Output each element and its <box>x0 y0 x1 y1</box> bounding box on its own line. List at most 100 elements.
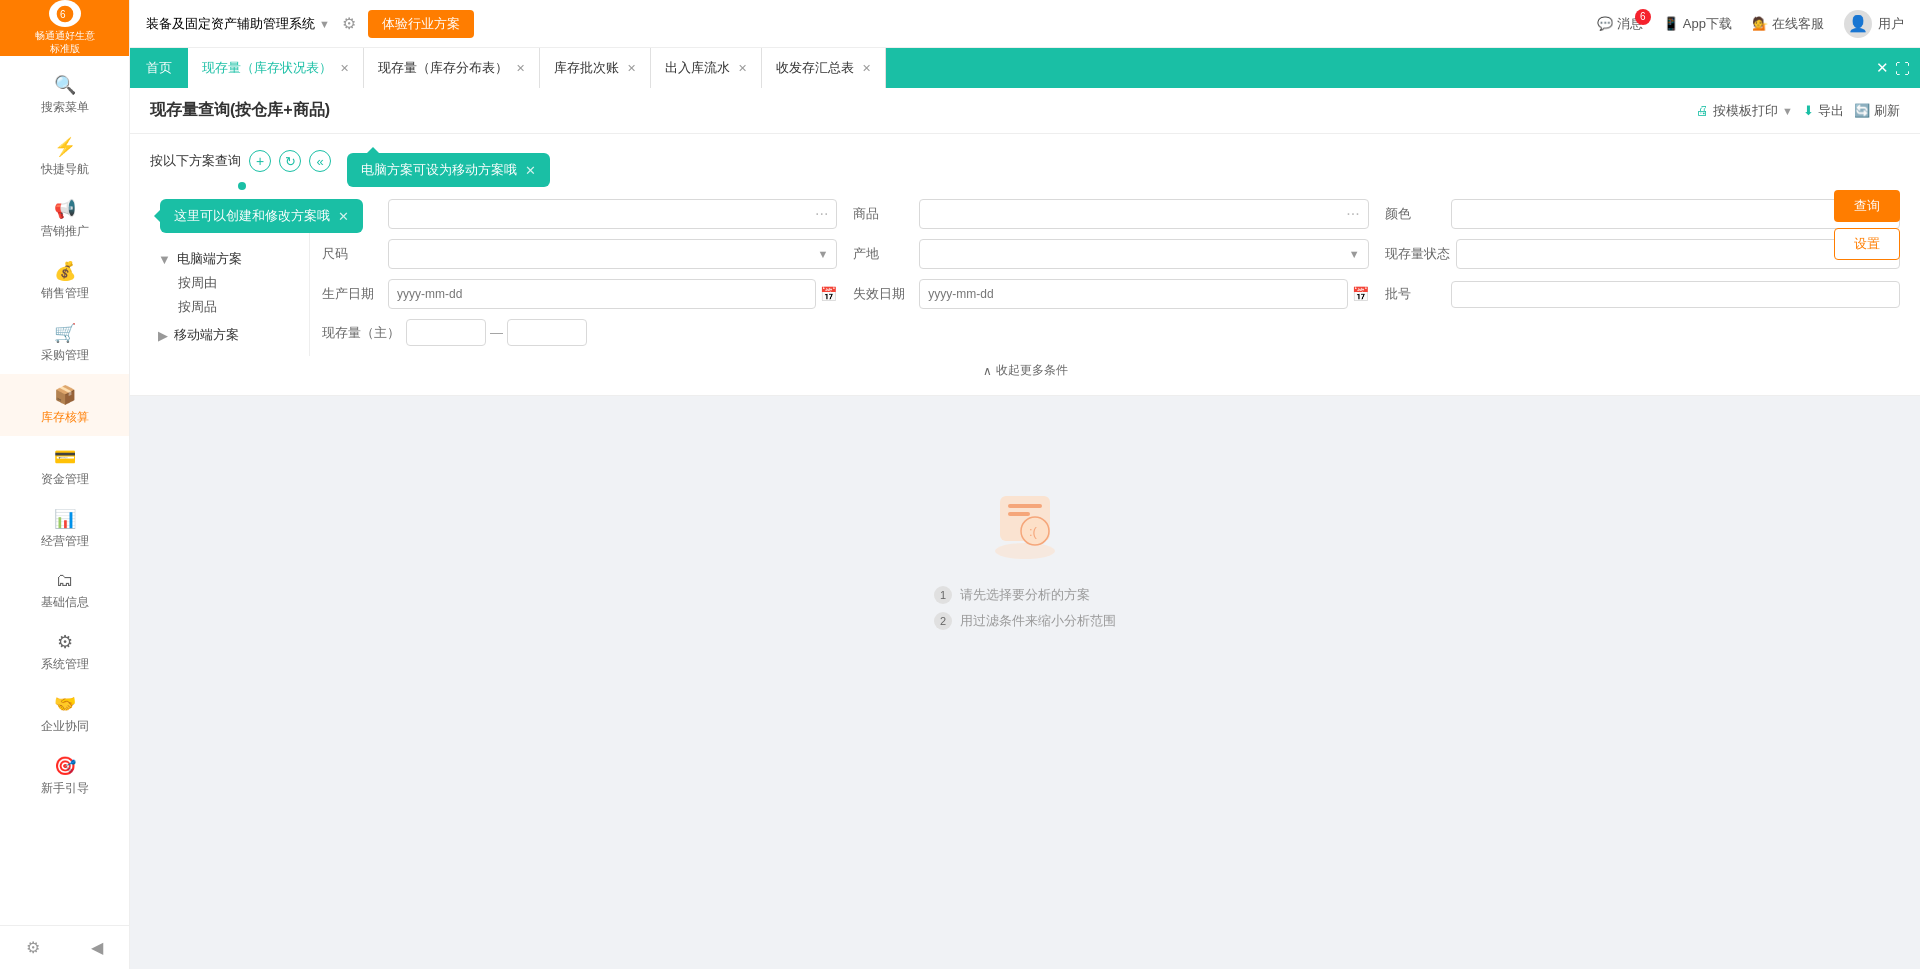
sidebar-footer: ⚙ ◀ <box>0 925 129 969</box>
marketing-icon: 📢 <box>54 198 76 220</box>
tab-inventory-dist[interactable]: 现存量（库存分布表） ✕ <box>364 48 540 88</box>
content-area: 现存量查询(按仓库+商品) 🖨 按模板打印 ▼ ⬇ 导出 🔄 刷新 <box>130 88 1920 969</box>
sidebar-item-search-menu[interactable]: 🔍 搜索菜单 <box>0 64 129 126</box>
print-btn[interactable]: 🖨 按模板打印 ▼ <box>1696 102 1793 120</box>
collapse-row[interactable]: ∧ 收起更多条件 <box>150 356 1900 379</box>
stock-main-min[interactable] <box>406 319 486 346</box>
enterprise-icon: 🤝 <box>54 693 76 715</box>
refresh-icon: 🔄 <box>1854 103 1870 118</box>
sidebar-item-label: 库存核算 <box>41 409 89 426</box>
expiry-date-input[interactable] <box>919 279 1347 309</box>
color-select[interactable]: ▼ <box>1451 199 1900 229</box>
topbar-settings-btn[interactable]: ⚙ <box>342 14 356 33</box>
tab-label: 出入库流水 <box>665 59 730 77</box>
filter-area: 按以下方案查询 + ↻ « 电脑方案可设为移动方案哦 ✕ <box>130 134 1920 396</box>
system-name-dropdown[interactable]: 装备及固定资产辅助管理系统 ▼ <box>146 15 330 33</box>
origin-field: 产地 ▼ <box>853 239 1368 269</box>
filter-grid-row4: 现存量（主） — <box>322 319 1900 346</box>
tab-label: 现存量（库存分布表） <box>378 59 508 77</box>
sidebar-item-purchase[interactable]: 🛒 采购管理 <box>0 312 129 374</box>
tab-inventory-status[interactable]: 现存量（库存状况表） ✕ <box>188 48 364 88</box>
export-btn[interactable]: ⬇ 导出 <box>1803 102 1844 120</box>
tab-maximize-icon[interactable]: ⛶ <box>1895 60 1910 77</box>
empty-state-text: 1 请先选择要分析的方案 2 用过滤条件来缩小分析范围 <box>934 586 1116 630</box>
tab-receive-summary[interactable]: 收发存汇总表 ✕ <box>762 48 886 88</box>
refresh-btn[interactable]: 🔄 刷新 <box>1854 102 1900 120</box>
scheme-sidebar: 这里可以创建和修改方案哦 ✕ ▼ 电脑端方案 按周由 <box>150 199 310 356</box>
sidebar-item-enterprise[interactable]: 🤝 企业协同 <box>0 683 129 745</box>
brand-name: 畅通通好生意 <box>35 29 95 42</box>
sidebar-item-system[interactable]: ⚙ 系统管理 <box>0 621 129 683</box>
brand-version: 标准版 <box>50 42 80 56</box>
sidebar-item-marketing[interactable]: 📢 营销推广 <box>0 188 129 250</box>
warehouse-select[interactable]: ··· <box>388 199 837 229</box>
step-num-2: 2 <box>934 612 952 630</box>
sidebar-item-sales[interactable]: 💰 销售管理 <box>0 250 129 312</box>
color-field: 颜色 ▼ <box>1385 199 1900 229</box>
print-dropdown-icon: ▼ <box>1782 105 1793 117</box>
tab-close-all-icon[interactable]: ✕ <box>1876 59 1889 77</box>
stock-main-max[interactable] <box>507 319 587 346</box>
size-select[interactable]: ▼ <box>388 239 837 269</box>
industry-btn[interactable]: 体验行业方案 <box>368 10 474 38</box>
create-scheme-close[interactable]: ✕ <box>338 209 349 224</box>
system-name-label: 装备及固定资产辅助管理系统 <box>146 15 315 33</box>
expiry-date-calendar-icon[interactable]: 📅 <box>1352 286 1369 302</box>
scheme-popover: 电脑方案可设为移动方案哦 ✕ <box>347 153 550 187</box>
scheme-refresh-btn[interactable]: ↻ <box>279 150 301 172</box>
svg-rect-5 <box>1008 512 1030 516</box>
tab-label: 收发存汇总表 <box>776 59 854 77</box>
tab-home[interactable]: 首页 <box>130 48 188 88</box>
scheme-item-2[interactable]: 按周品 <box>158 295 297 319</box>
scheme-group-mobile-header[interactable]: ▶ 移动端方案 <box>158 323 297 347</box>
svg-point-2 <box>995 543 1055 559</box>
sidebar-item-quick-nav[interactable]: ⚡ 快捷导航 <box>0 126 129 188</box>
scheme-add-btn[interactable]: + <box>249 150 271 172</box>
app-download-btn[interactable]: 📱 App下载 <box>1663 15 1732 33</box>
scheme-popover-close[interactable]: ✕ <box>525 163 536 178</box>
message-icon: 💬 <box>1597 16 1613 31</box>
sidebar-item-guide[interactable]: 🎯 新手引导 <box>0 745 129 807</box>
filter-right: 仓库 ··· 商品 ··· <box>322 199 1900 356</box>
scheme-group-desktop-header[interactable]: ▼ 电脑端方案 <box>158 247 297 271</box>
operations-icon: 📊 <box>54 508 76 530</box>
tab-inout-flow[interactable]: 出入库流水 ✕ <box>651 48 762 88</box>
scheme-back-btn[interactable]: « <box>309 150 331 172</box>
expiry-date-field: 失效日期 📅 <box>853 279 1368 309</box>
tab-inventory-batch[interactable]: 库存批次账 ✕ <box>540 48 651 88</box>
online-support-btn[interactable]: 💁 在线客服 <box>1752 15 1824 33</box>
production-date-input[interactable] <box>388 279 816 309</box>
search-menu-icon: 🔍 <box>54 74 76 96</box>
product-select[interactable]: ··· <box>919 199 1368 229</box>
tab-close-icon[interactable]: ✕ <box>738 62 747 75</box>
reset-button[interactable]: 设置 <box>1834 228 1900 260</box>
sidebar-item-basic-info[interactable]: 🗂 基础信息 <box>0 560 129 621</box>
tab-close-icon[interactable]: ✕ <box>862 62 871 75</box>
tab-close-icon[interactable]: ✕ <box>516 62 525 75</box>
sidebar-item-inventory[interactable]: 📦 库存核算 <box>0 374 129 436</box>
quick-nav-icon: ⚡ <box>54 136 76 158</box>
expiry-date-label: 失效日期 <box>853 285 913 303</box>
production-date-calendar-icon[interactable]: 📅 <box>820 286 837 302</box>
sidebar-settings-btn[interactable]: ⚙ <box>26 938 40 957</box>
inventory-icon: 📦 <box>54 384 76 406</box>
user-label: 用户 <box>1878 15 1904 33</box>
step-1-label: 请先选择要分析的方案 <box>960 586 1090 604</box>
batch-input[interactable] <box>1451 281 1900 308</box>
search-button[interactable]: 查询 <box>1834 190 1900 222</box>
message-btn[interactable]: 💬 消息 6 <box>1597 15 1643 33</box>
export-label: 导出 <box>1818 102 1844 120</box>
sidebar-collapse-btn[interactable]: ◀ <box>91 938 103 957</box>
app-label: App下载 <box>1683 15 1732 33</box>
scheme-item-1[interactable]: 按周由 <box>158 271 297 295</box>
tab-close-icon[interactable]: ✕ <box>340 62 349 75</box>
filter-scheme-label: 按以下方案查询 <box>150 152 241 170</box>
sidebar-item-finance[interactable]: 💳 资金管理 <box>0 436 129 498</box>
collapse-label: 收起更多条件 <box>996 362 1068 379</box>
user-area[interactable]: 👤 用户 <box>1844 10 1904 38</box>
sidebar-item-operations[interactable]: 📊 经营管理 <box>0 498 129 560</box>
active-indicator <box>238 182 246 190</box>
origin-select[interactable]: ▼ <box>919 239 1368 269</box>
scheme-group-label: 移动端方案 <box>174 326 239 344</box>
tab-close-icon[interactable]: ✕ <box>627 62 636 75</box>
